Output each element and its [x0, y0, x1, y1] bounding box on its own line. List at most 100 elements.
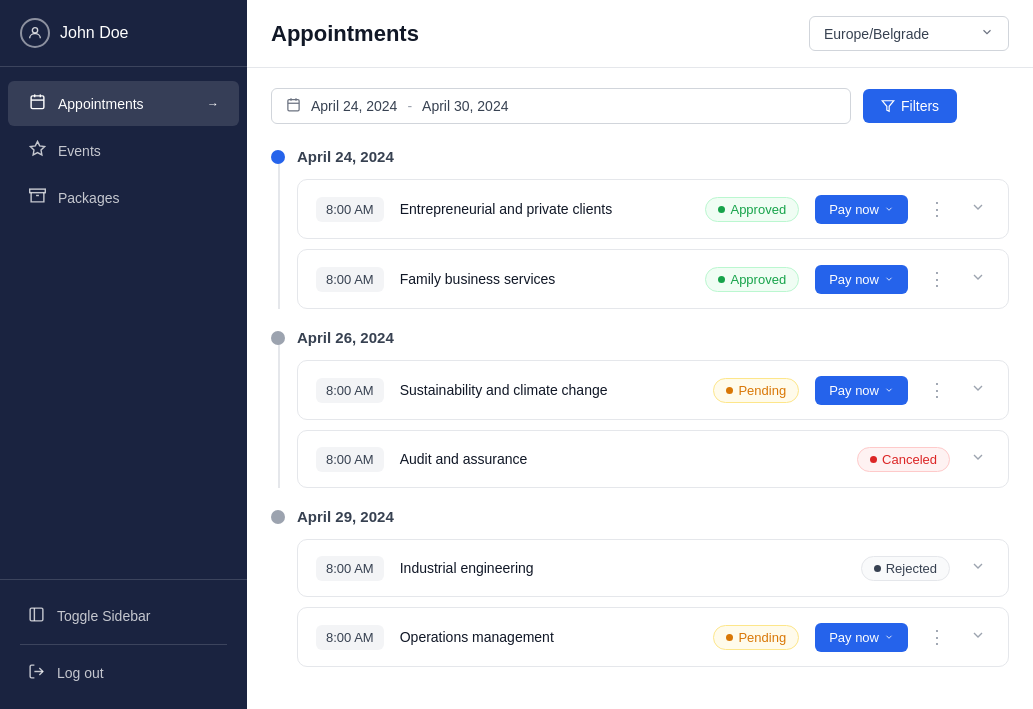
status-badge: Canceled: [857, 447, 950, 472]
date-dot: [271, 150, 285, 164]
expand-button[interactable]: [966, 554, 990, 582]
appointments-list: 8:00 AM Industrial engineering Rejected 8:0…: [297, 539, 1009, 667]
svg-rect-1: [31, 96, 44, 109]
date-dot: [271, 331, 285, 345]
appointment-name: Family business services: [400, 271, 690, 287]
sidebar-item-events[interactable]: Events: [8, 128, 239, 173]
status-badge: Rejected: [861, 556, 950, 581]
timezone-value: Europe/Belgrade: [824, 26, 929, 42]
date-to: April 30, 2024: [422, 98, 508, 114]
timezone-dropdown[interactable]: Europe/Belgrade: [809, 16, 1009, 51]
expand-button[interactable]: [966, 445, 990, 473]
appointment-name: Industrial engineering: [400, 560, 845, 576]
user-avatar: [20, 18, 50, 48]
date-row: April 26, 2024: [271, 329, 1009, 346]
timeline-group-2: April 29, 2024 8:00 AM Industrial engineer…: [271, 508, 1009, 667]
appointments-list: 8:00 AMEntrepreneurial and private clien…: [297, 179, 1009, 309]
expand-button[interactable]: [966, 195, 990, 223]
expand-button[interactable]: [966, 376, 990, 404]
status-badge: Pending: [713, 625, 799, 650]
chevron-down-icon: [884, 632, 894, 642]
pay-now-button[interactable]: Pay now: [815, 623, 908, 652]
filter-bar: April 24, 2024 - April 30, 2024 Filters: [271, 88, 1009, 124]
appointments-icon: [28, 93, 46, 114]
more-options-button[interactable]: ⋮: [924, 622, 950, 652]
chevron-down-icon: [970, 627, 986, 643]
appointment-time: 8:00 AM: [316, 556, 384, 581]
sidebar-item-packages[interactable]: Packages: [8, 175, 239, 220]
sidebar: John Doe Appointments → Events: [0, 0, 247, 709]
appointment-card: 8:00 AM Operations management Pending Pay n…: [297, 607, 1009, 667]
appointments-arrow-icon: →: [207, 97, 219, 111]
chevron-down-icon: [970, 558, 986, 574]
svg-marker-5: [30, 141, 44, 154]
chevron-down-icon: [884, 385, 894, 395]
timeline-group-1: April 26, 2024 8:00 AM Sustainability and …: [271, 329, 1009, 488]
date-row: April 29, 2024: [271, 508, 1009, 525]
filter-icon: [881, 99, 895, 113]
chevron-down-icon: [884, 204, 894, 214]
appointment-card: 8:00 AMEntrepreneurial and private clien…: [297, 179, 1009, 239]
appointment-name: Sustainability and climate change: [400, 382, 698, 398]
main-body: April 24, 2024 - April 30, 2024 Filters …: [247, 68, 1033, 709]
appointment-name: Audit and assurance: [400, 451, 841, 467]
chevron-down-icon: [980, 25, 994, 42]
appointment-time: 8:00 AM: [316, 197, 384, 222]
filters-button[interactable]: Filters: [863, 89, 957, 123]
status-badge: Pending: [713, 378, 799, 403]
toggle-sidebar-button[interactable]: Toggle Sidebar: [8, 594, 239, 638]
main-header: Appointments Europe/Belgrade: [247, 0, 1033, 68]
chevron-down-icon: [970, 199, 986, 215]
logout-button[interactable]: Log out: [8, 651, 239, 695]
events-icon: [28, 140, 46, 161]
more-options-button[interactable]: ⋮: [924, 194, 950, 224]
status-dot: [874, 565, 881, 572]
date-dot: [271, 510, 285, 524]
sidebar-item-appointments[interactable]: Appointments →: [8, 81, 239, 126]
date-label: April 26, 2024: [297, 329, 394, 346]
filters-label: Filters: [901, 98, 939, 114]
logout-icon: [28, 663, 45, 683]
pay-now-button[interactable]: Pay now: [815, 376, 908, 405]
appointments-list: 8:00 AM Sustainability and climate change…: [297, 360, 1009, 488]
more-options-button[interactable]: ⋮: [924, 264, 950, 294]
more-options-button[interactable]: ⋮: [924, 375, 950, 405]
calendar-icon: [286, 97, 301, 115]
user-profile[interactable]: John Doe: [0, 0, 247, 67]
date-label: April 24, 2024: [297, 148, 394, 165]
date-range-picker[interactable]: April 24, 2024 - April 30, 2024: [271, 88, 851, 124]
pay-now-button[interactable]: Pay now: [815, 195, 908, 224]
appointment-time: 8:00 AM: [316, 267, 384, 292]
status-dot: [726, 634, 733, 641]
status-dot: [870, 456, 877, 463]
sidebar-item-packages-label: Packages: [58, 190, 119, 206]
sidebar-divider: [20, 644, 227, 645]
expand-button[interactable]: [966, 623, 990, 651]
toggle-sidebar-icon: [28, 606, 45, 626]
appointment-card: 8:00 AM Sustainability and climate change…: [297, 360, 1009, 420]
svg-rect-6: [29, 189, 45, 193]
status-dot: [726, 387, 733, 394]
toggle-sidebar-label: Toggle Sidebar: [57, 608, 150, 624]
status-dot: [718, 206, 725, 213]
appointment-card: 8:00 AM Family business services Approved P…: [297, 249, 1009, 309]
expand-button[interactable]: [966, 265, 990, 293]
svg-rect-11: [288, 100, 299, 111]
pay-now-button[interactable]: Pay now: [815, 265, 908, 294]
appointment-time: 8:00 AM: [316, 447, 384, 472]
chevron-down-icon: [970, 380, 986, 396]
svg-point-0: [32, 28, 37, 33]
appointment-time: 8:00 AM: [316, 625, 384, 650]
appointment-name: Operations management: [400, 629, 698, 645]
status-badge: Approved: [705, 267, 799, 292]
appointment-time: 8:00 AM: [316, 378, 384, 403]
date-from: April 24, 2024: [311, 98, 397, 114]
packages-icon: [28, 187, 46, 208]
main-content: Appointments Europe/Belgrade April 24, 2…: [247, 0, 1033, 709]
sidebar-item-events-label: Events: [58, 143, 101, 159]
user-name: John Doe: [60, 24, 129, 42]
sidebar-bottom: Toggle Sidebar Log out: [0, 579, 247, 709]
status-badge: Approved: [705, 197, 799, 222]
chevron-down-icon: [970, 449, 986, 465]
svg-marker-15: [882, 101, 894, 112]
